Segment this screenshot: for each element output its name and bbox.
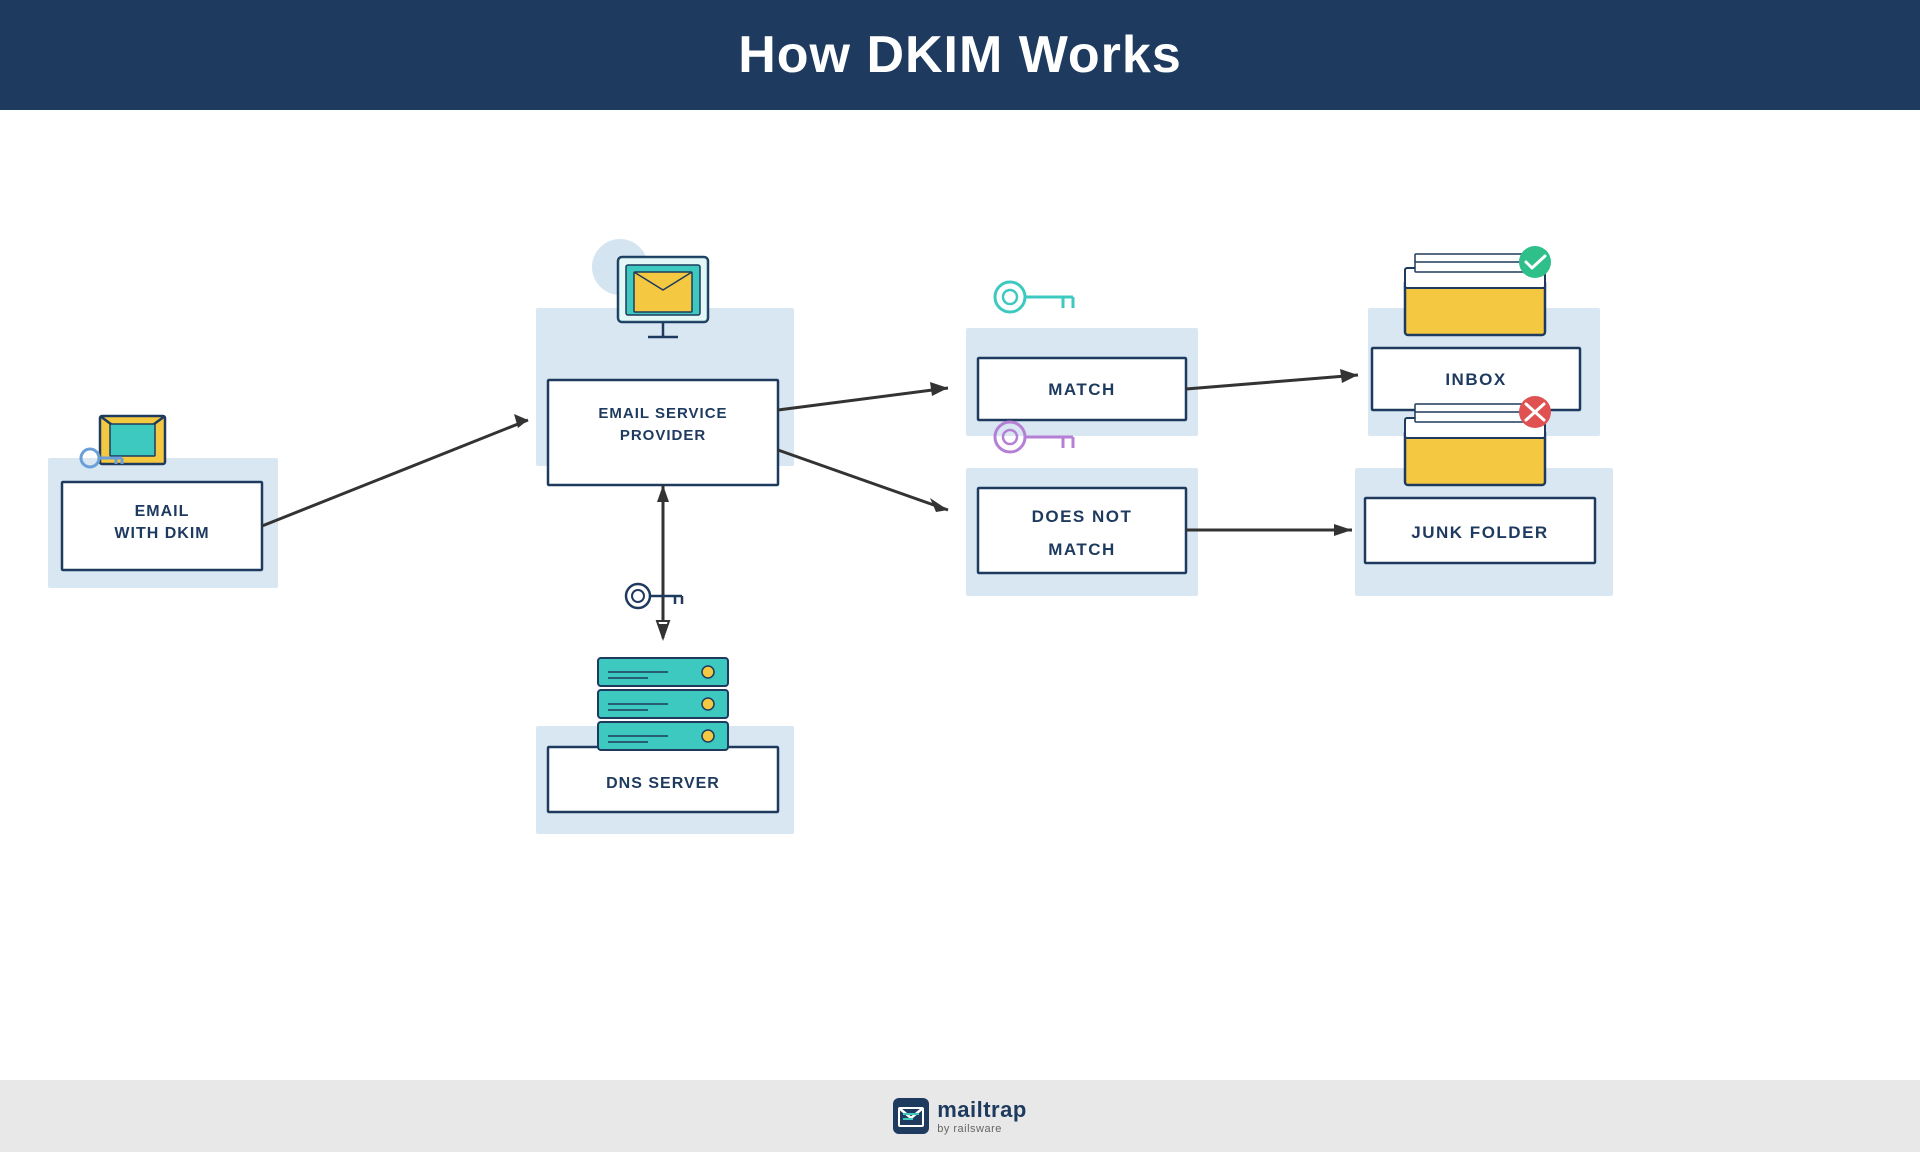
page-title: How DKIM Works xyxy=(738,25,1182,85)
svg-text:DNS SERVER: DNS SERVER xyxy=(606,775,720,792)
svg-text:EMAIL: EMAIL xyxy=(135,503,190,520)
diagram-container: EMAIL WITH DKIM xyxy=(0,110,1920,1080)
footer-text: mailtrap by railsware xyxy=(937,1097,1027,1135)
svg-text:WITH DKIM: WITH DKIM xyxy=(114,525,209,542)
page-header: How DKIM Works xyxy=(0,0,1920,110)
svg-text:JUNK FOLDER: JUNK FOLDER xyxy=(1411,523,1548,542)
svg-text:MATCH: MATCH xyxy=(1048,380,1116,399)
footer-sub: by railsware xyxy=(937,1123,1002,1135)
main-content: EMAIL WITH DKIM xyxy=(0,110,1920,1080)
svg-text:PROVIDER: PROVIDER xyxy=(620,427,706,444)
footer-brand: mailtrap xyxy=(937,1097,1027,1123)
svg-text:INBOX: INBOX xyxy=(1445,370,1506,389)
footer: mailtrap by railsware xyxy=(0,1080,1920,1152)
svg-text:EMAIL SERVICE: EMAIL SERVICE xyxy=(598,405,727,422)
footer-logo: mailtrap by railsware xyxy=(893,1097,1027,1135)
svg-text:DOES NOT: DOES NOT xyxy=(1032,507,1133,526)
svg-text:MATCH: MATCH xyxy=(1048,540,1116,559)
mailtrap-logo-icon xyxy=(893,1098,929,1134)
